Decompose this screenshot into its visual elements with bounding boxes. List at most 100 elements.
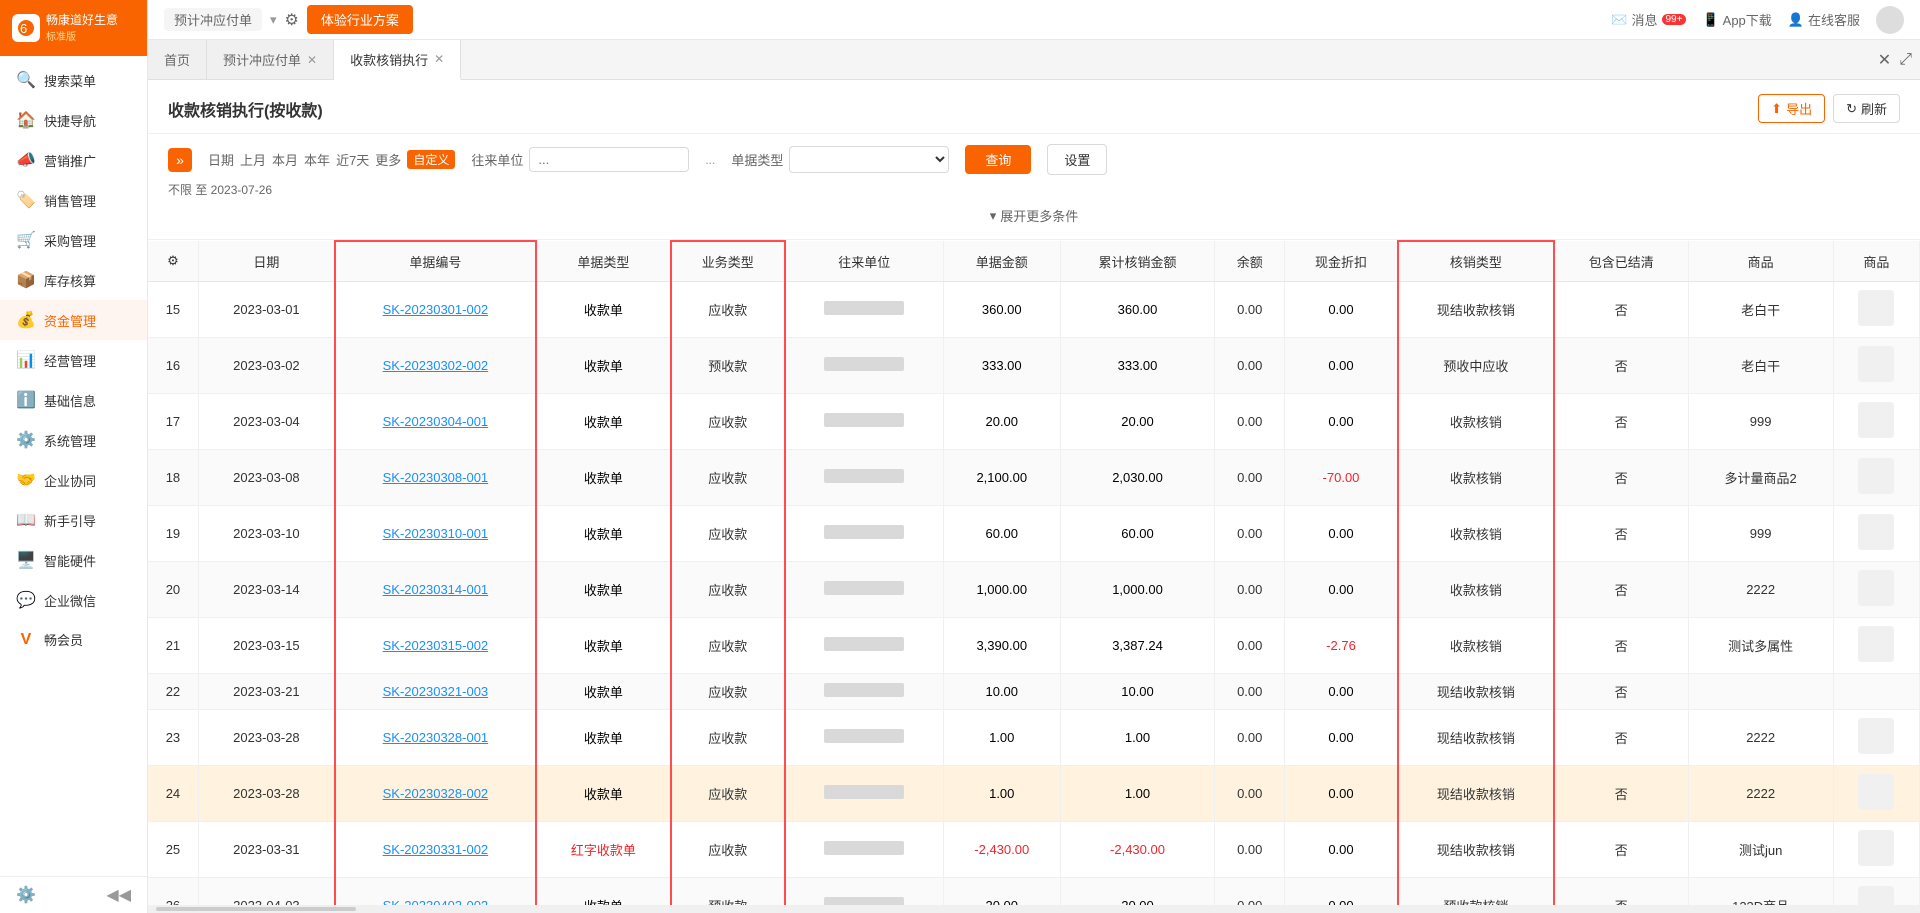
messages-button[interactable]: ✉️ 消息 99+ — [1611, 10, 1686, 29]
cell-product: 老白干 — [1688, 282, 1833, 338]
refresh-button[interactable]: ↻ 刷新 — [1833, 94, 1900, 123]
support-icon: 👤 — [1788, 12, 1804, 28]
cell-cashdiscount: 0.00 — [1285, 674, 1398, 710]
sidebar-item-guide[interactable]: 📖 新手引导 — [0, 500, 147, 540]
doc-no-link[interactable]: SK-20230331-002 — [383, 842, 489, 857]
sidebar-item-finance[interactable]: 💰 资金管理 — [0, 300, 147, 340]
cell-writeofftype: 收款核销 — [1398, 506, 1554, 562]
date-btn-this-year[interactable]: 本年 — [304, 150, 330, 169]
setting-button[interactable]: 设置 — [1047, 144, 1107, 175]
col-includesettled-header: 包含已结清 — [1554, 241, 1688, 282]
sidebar-item-enterprise[interactable]: 🤝 企业协同 — [0, 460, 147, 500]
sidebar-footer: ⚙️ ◀◀ — [0, 876, 147, 913]
cell-biztype: 应收款 — [671, 506, 785, 562]
filter-expand-button[interactable]: » — [168, 148, 192, 172]
doc-no-link[interactable]: SK-20230315-002 — [383, 638, 489, 653]
cell-biztype: 应收款 — [671, 282, 785, 338]
sidebar-label-member: 畅会员 — [44, 630, 83, 649]
tab-home[interactable]: 首页 — [148, 40, 207, 79]
sidebar-item-system[interactable]: ⚙️ 系统管理 — [0, 420, 147, 460]
col-counterpart-header: 往来单位 — [785, 241, 944, 282]
cell-cashdiscount: 0.00 — [1285, 766, 1398, 822]
cell-counterpart — [785, 674, 944, 710]
sidebar-item-operations[interactable]: 📊 经营管理 — [0, 340, 147, 380]
sidebar-item-search[interactable]: 🔍 搜索菜单 — [0, 60, 147, 100]
horizontal-scrollbar[interactable] — [148, 905, 1920, 913]
tab-prepay[interactable]: 预计冲应付单 ✕ — [207, 40, 334, 79]
doc-no-link[interactable]: SK-20230308-001 — [383, 470, 489, 485]
operations-icon: 📊 — [16, 350, 36, 370]
date-btn-more[interactable]: 更多 — [375, 150, 401, 169]
tab-expand-icon[interactable]: ⤢ — [1899, 51, 1912, 69]
cell-biztype: 预收款 — [671, 338, 785, 394]
doc-no-link[interactable]: SK-20230328-001 — [383, 730, 489, 745]
sidebar-item-base[interactable]: ℹ️ 基础信息 — [0, 380, 147, 420]
cell-counterpart — [785, 282, 944, 338]
doc-no-link[interactable]: SK-20230310-001 — [383, 526, 489, 541]
sidebar-item-purchase[interactable]: 🛒 采购管理 — [0, 220, 147, 260]
tab-receipt-close[interactable]: ✕ — [434, 52, 444, 66]
doc-no-link[interactable]: SK-20230301-002 — [383, 302, 489, 317]
col-date-header: 日期 — [198, 241, 335, 282]
col-balance-header: 余额 — [1215, 241, 1285, 282]
counterpart-input[interactable] — [529, 147, 689, 172]
cell-date: 2023-03-08 — [198, 450, 335, 506]
app-download-label: App下载 — [1723, 10, 1772, 29]
cell-counterpart — [785, 562, 944, 618]
doc-no-link[interactable]: SK-20230314-001 — [383, 582, 489, 597]
industry-solution-button[interactable]: 体验行业方案 — [307, 5, 413, 34]
cell-biztype: 应收款 — [671, 766, 785, 822]
scrollbar-thumb — [156, 907, 356, 911]
cell-docamount: 1,000.00 — [943, 562, 1060, 618]
sidebar-item-inventory[interactable]: 📦 库存核算 — [0, 260, 147, 300]
expand-conditions-bar[interactable]: ▾ 展开更多条件 — [168, 202, 1900, 229]
col-cashdiscount-header: 现金折扣 — [1285, 241, 1398, 282]
doctype-select[interactable] — [789, 146, 949, 173]
col-writeofftype-header: 核销类型 — [1398, 241, 1554, 282]
sidebar-item-wechat[interactable]: 💬 企业微信 — [0, 580, 147, 620]
app-download-button[interactable]: 📱 App下载 — [1702, 10, 1771, 29]
tab-spacer — [461, 40, 1870, 79]
tab-prepay-close[interactable]: ✕ — [307, 53, 317, 67]
sidebar-item-quicknav[interactable]: 🏠 快捷导航 — [0, 100, 147, 140]
user-avatar[interactable] — [1876, 6, 1904, 34]
doc-no-link[interactable]: SK-20230304-001 — [383, 414, 489, 429]
cell-productimg — [1833, 562, 1919, 618]
cell-counterpart — [785, 710, 944, 766]
sidebar-label-inventory: 库存核算 — [44, 271, 96, 290]
date-btn-custom[interactable]: 自定义 — [407, 150, 455, 169]
query-button[interactable]: 查询 — [965, 145, 1031, 174]
online-support-button[interactable]: 👤 在线客服 — [1788, 10, 1860, 29]
cell-date: 2023-03-31 — [198, 822, 335, 878]
sidebar: 6 畅康道好生意 标准版 🔍 搜索菜单 🏠 快捷导航 📣 营销推广 🏷️ 销售管… — [0, 0, 148, 913]
tab-receipt-exec[interactable]: 收款核销执行 ✕ — [334, 40, 461, 80]
cell-balance: 0.00 — [1215, 618, 1285, 674]
sidebar-item-member[interactable]: V 畅会员 — [0, 620, 147, 659]
tab-close-all-icon[interactable]: ✕ — [1878, 50, 1891, 70]
cell-balance: 0.00 — [1215, 282, 1285, 338]
col-settings-header[interactable]: ⚙ — [148, 241, 198, 282]
cell-biztype: 应收款 — [671, 450, 785, 506]
cell-date: 2023-03-01 — [198, 282, 335, 338]
col-doctype-header: 单据类型 — [536, 241, 671, 282]
sidebar-item-hardware[interactable]: 🖥️ 智能硬件 — [0, 540, 147, 580]
doc-no-link[interactable]: SK-20230328-002 — [383, 786, 489, 801]
cell-writeofftype: 现结收款核销 — [1398, 766, 1554, 822]
cell-cumwriteoff: 333.00 — [1060, 338, 1215, 394]
doc-no-link[interactable]: SK-20230321-003 — [383, 684, 489, 699]
collapse-icon[interactable]: ◀◀ — [106, 885, 131, 905]
doc-no-link[interactable]: SK-20230302-002 — [383, 358, 489, 373]
cell-no: 16 — [148, 338, 198, 394]
date-btn-7days[interactable]: 近7天 — [336, 150, 369, 169]
sidebar-item-sales[interactable]: 🏷️ 销售管理 — [0, 180, 147, 220]
cell-doctype: 红字收款单 — [536, 822, 671, 878]
date-btn-last-month[interactable]: 上月 — [240, 150, 266, 169]
cell-counterpart — [785, 822, 944, 878]
date-btn-this-month[interactable]: 本月 — [272, 150, 298, 169]
export-button[interactable]: ⬆ 导出 — [1758, 94, 1825, 123]
cell-product: 999 — [1688, 394, 1833, 450]
cell-product — [1688, 674, 1833, 710]
header-settings-icon[interactable]: ⚙ — [285, 10, 299, 30]
sidebar-item-marketing[interactable]: 📣 营销推广 — [0, 140, 147, 180]
settings-bottom-icon[interactable]: ⚙️ — [16, 885, 36, 905]
